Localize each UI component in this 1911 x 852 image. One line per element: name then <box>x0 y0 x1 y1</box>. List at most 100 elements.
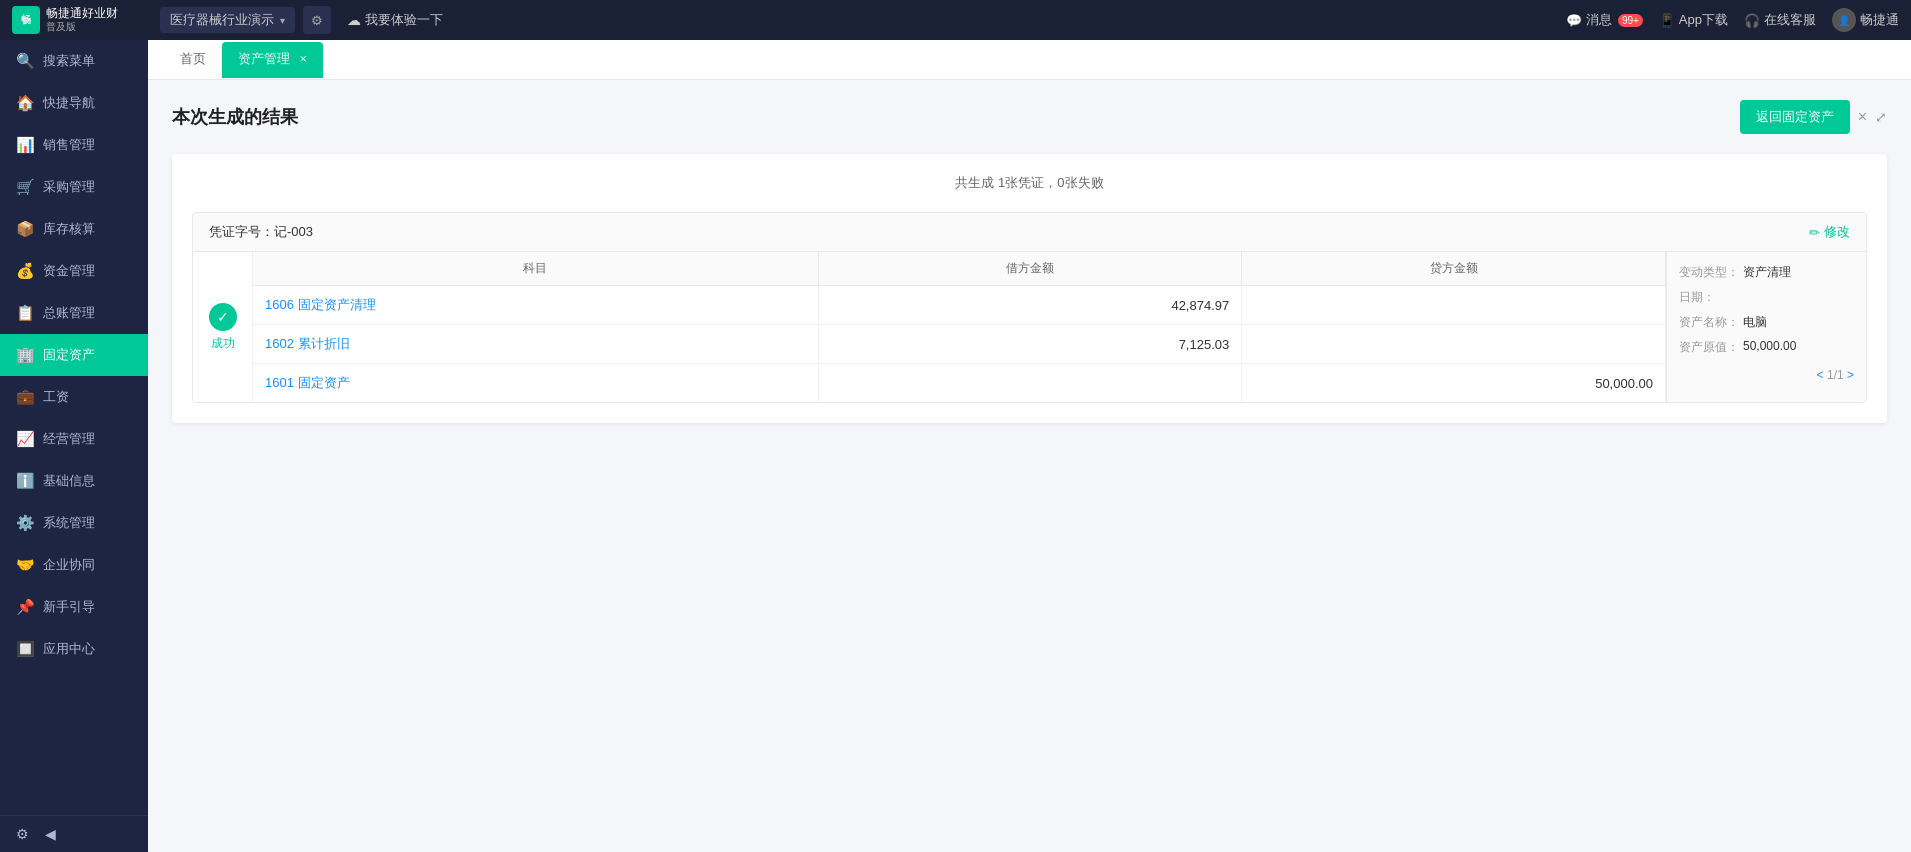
trial-button[interactable]: ☁ 我要体验一下 <box>347 11 443 29</box>
building-icon: 🏢 <box>16 346 35 364</box>
return-button[interactable]: 返回固定资产 <box>1740 100 1850 134</box>
sidebar: 🔍 搜索菜单 🏠 快捷导航 📊 销售管理 🛒 采购管理 📦 库存核算 💰 资金管… <box>0 40 148 852</box>
collapse-icon[interactable]: ◀ <box>45 826 56 842</box>
subject-cell-2[interactable]: 1601 固定资产 <box>253 364 818 403</box>
message-icon: 💬 <box>1566 13 1582 28</box>
status-column: ✓ 成功 <box>193 252 253 402</box>
chevron-down-icon: ▾ <box>280 15 285 26</box>
sidebar-item-ledger[interactable]: 📋 总账管理 <box>0 292 148 334</box>
sidebar-item-salary[interactable]: 💼 工资 <box>0 376 148 418</box>
page-indicator: 1/1 <box>1827 368 1847 382</box>
pin-icon: 📌 <box>16 598 35 616</box>
sidebar-item-funds[interactable]: 💰 资金管理 <box>0 250 148 292</box>
credit-cell-0 <box>1242 286 1666 325</box>
customer-service-button[interactable]: 🎧 在线客服 <box>1744 11 1816 29</box>
headset-icon: 🎧 <box>1744 13 1760 28</box>
tab-home[interactable]: 首页 <box>164 42 222 78</box>
header-right: 💬 消息 99+ 📱 App下载 🎧 在线客服 👤 畅捷通 <box>1566 8 1899 32</box>
briefcase-icon: 💼 <box>16 388 35 406</box>
col-header-debit: 借方金额 <box>818 252 1242 286</box>
sidebar-item-label: 资金管理 <box>43 262 95 280</box>
prev-page-icon[interactable]: < <box>1817 368 1824 382</box>
sidebar-item-label: 基础信息 <box>43 472 95 490</box>
close-dialog-icon[interactable]: × <box>1858 108 1867 126</box>
cart-icon: 🛒 <box>16 178 35 196</box>
sidebar-item-label: 经营管理 <box>43 430 95 448</box>
user-area[interactable]: 👤 畅捷通 <box>1832 8 1899 32</box>
sidebar-item-basic-info[interactable]: ℹ️ 基础信息 <box>0 460 148 502</box>
avatar-icon: 👤 <box>1838 15 1850 26</box>
side-info-panel: 变动类型： 资产清理 日期： 资产名称： 电脑 <box>1666 252 1866 402</box>
sidebar-item-search[interactable]: 🔍 搜索菜单 <box>0 40 148 82</box>
table-row: 1606 固定资产清理 42,874.97 <box>253 286 1666 325</box>
table-row: 1601 固定资产 50,000.00 <box>253 364 1666 403</box>
sidebar-item-label: 总账管理 <box>43 304 95 322</box>
company-name: 医疗器械行业演示 <box>170 11 274 29</box>
page-content: 本次生成的结果 返回固定资产 × ⤢ 共生成 1张凭证，0张失败 凭证字号：记-… <box>148 80 1911 852</box>
sidebar-item-guide[interactable]: 📌 新手引导 <box>0 586 148 628</box>
sidebar-item-label: 快捷导航 <box>43 94 95 112</box>
top-header: 畅 畅捷通好业财 普及版 医疗器械行业演示 ▾ ⚙ ☁ 我要体验一下 💬 消息 … <box>0 0 1911 40</box>
sidebar-item-label: 固定资产 <box>43 346 95 364</box>
sidebar-item-enterprise[interactable]: 🤝 企业协同 <box>0 544 148 586</box>
info-icon: ℹ️ <box>16 472 35 490</box>
search-icon: 🔍 <box>16 52 35 70</box>
change-type-label: 变动类型： <box>1679 264 1739 281</box>
logo-area: 畅 畅捷通好业财 普及版 <box>12 6 160 34</box>
logo-text-area: 畅捷通好业财 普及版 <box>46 6 118 34</box>
voucher-number: 凭证字号：记-003 <box>209 223 313 241</box>
box-icon: 📦 <box>16 220 35 238</box>
sidebar-item-purchase[interactable]: 🛒 采购管理 <box>0 166 148 208</box>
result-summary: 共生成 1张凭证，0张失败 <box>192 174 1867 192</box>
home-icon: 🏠 <box>16 94 35 112</box>
col-header-credit: 贷方金额 <box>1242 252 1666 286</box>
page-title: 本次生成的结果 <box>172 105 298 129</box>
tab-close-icon[interactable]: × <box>300 52 307 66</box>
voucher-section: 凭证字号：记-003 ✏ 修改 ✓ 成功 <box>192 212 1867 403</box>
sidebar-item-fixed-assets[interactable]: 🏢 固定资产 <box>0 334 148 376</box>
original-value-label: 资产原值： <box>1679 339 1739 356</box>
sidebar-bottom: ⚙ ◀ <box>0 815 148 852</box>
page-title-row: 本次生成的结果 返回固定资产 × ⤢ <box>172 100 1887 134</box>
tab-asset-management[interactable]: 资产管理 × <box>222 42 323 78</box>
next-page-icon[interactable]: > <box>1847 368 1854 382</box>
sidebar-item-sales[interactable]: 📊 销售管理 <box>0 124 148 166</box>
app-download-button[interactable]: 📱 App下载 <box>1659 11 1728 29</box>
original-value-value: 50,000.00 <box>1743 339 1796 353</box>
side-info-pagination: < 1/1 > <box>1679 368 1854 382</box>
edit-button[interactable]: ✏ 修改 <box>1809 223 1850 241</box>
tab-bar: 首页 资产管理 × <box>148 40 1911 80</box>
messages-button[interactable]: 💬 消息 99+ <box>1566 11 1643 29</box>
trend-icon: 📈 <box>16 430 35 448</box>
date-label: 日期： <box>1679 289 1715 306</box>
sidebar-item-app-center[interactable]: 🔲 应用中心 <box>0 628 148 670</box>
original-value-row: 资产原值： 50,000.00 <box>1679 339 1854 356</box>
sidebar-item-label: 新手引导 <box>43 598 95 616</box>
credit-cell-1 <box>1242 325 1666 364</box>
settings-button[interactable]: ⚙ <box>303 6 331 34</box>
settings-bottom-icon[interactable]: ⚙ <box>16 826 29 842</box>
debit-cell-2 <box>818 364 1242 403</box>
sidebar-item-label: 工资 <box>43 388 69 406</box>
table-row: 1602 累计折旧 7,125.03 <box>253 325 1666 364</box>
subject-cell-1[interactable]: 1602 累计折旧 <box>253 325 818 364</box>
sidebar-item-quick-nav[interactable]: 🏠 快捷导航 <box>0 82 148 124</box>
main-layout: 🔍 搜索菜单 🏠 快捷导航 📊 销售管理 🛒 采购管理 📦 库存核算 💰 资金管… <box>0 40 1911 852</box>
sidebar-item-label: 企业协同 <box>43 556 95 574</box>
logo-sub: 普及版 <box>46 20 118 34</box>
subject-cell-0[interactable]: 1606 固定资产清理 <box>253 286 818 325</box>
avatar: 👤 <box>1832 8 1856 32</box>
change-type-row: 变动类型： 资产清理 <box>1679 264 1854 281</box>
sidebar-item-operations[interactable]: 📈 经营管理 <box>0 418 148 460</box>
debit-cell-0: 42,874.97 <box>818 286 1242 325</box>
sidebar-item-label: 销售管理 <box>43 136 95 154</box>
sidebar-item-label: 应用中心 <box>43 640 95 658</box>
sidebar-item-system[interactable]: ⚙️ 系统管理 <box>0 502 148 544</box>
result-box: 共生成 1张凭证，0张失败 凭证字号：记-003 ✏ 修改 ✓ <box>172 154 1887 423</box>
change-type-value: 资产清理 <box>1743 264 1791 281</box>
expand-dialog-icon[interactable]: ⤢ <box>1875 109 1887 125</box>
company-selector[interactable]: 医疗器械行业演示 ▾ <box>160 7 295 33</box>
gear-icon: ⚙ <box>311 13 323 28</box>
sidebar-item-inventory[interactable]: 📦 库存核算 <box>0 208 148 250</box>
download-icon: 📱 <box>1659 13 1675 28</box>
